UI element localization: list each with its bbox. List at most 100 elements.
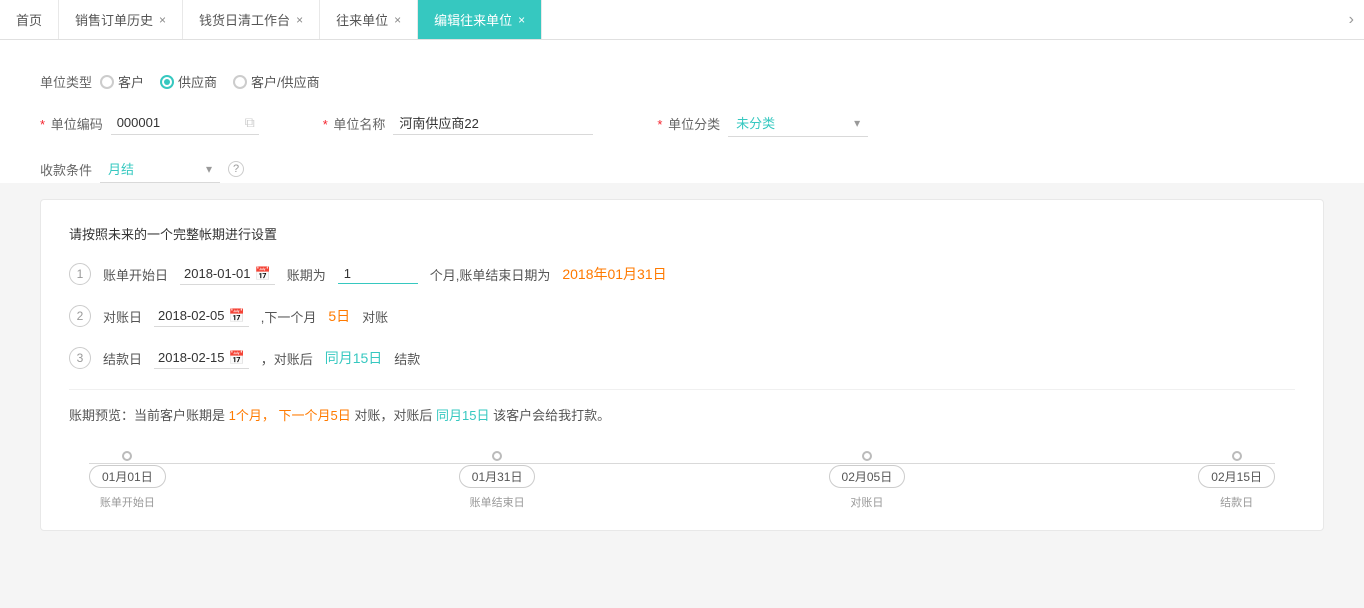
step-2-highlight: 5日 xyxy=(328,306,350,326)
step-1-date-field: 2018-01-01 📅 xyxy=(180,264,275,285)
unit-type-label: 单位类型 xyxy=(40,72,92,91)
radio-customer-label: 客户 xyxy=(118,72,144,91)
step-1-cal-icon[interactable]: 📅 xyxy=(255,266,271,282)
tab-cash-ledger[interactable]: 钱货日清工作台 × xyxy=(183,0,320,39)
unit-code-input[interactable] xyxy=(111,111,241,134)
preview-text: 账期预览：当前客户账期是 1个月， 下一个月5日 对账，对账后 同月15日 该客… xyxy=(69,404,1295,427)
step-1-period-input[interactable] xyxy=(338,264,418,284)
payment-terms-chevron-icon: ▾ xyxy=(206,162,212,176)
unit-category-dropdown[interactable]: 未分类 ▾ xyxy=(728,109,868,137)
step-1-end-date: 2018年01月31日 xyxy=(562,264,666,284)
step-2-num: 2 xyxy=(69,305,91,327)
step-3-num: 3 xyxy=(69,347,91,369)
timeline-node-1: 01月01日 账单开始日 xyxy=(89,451,166,510)
tab-home-label: 首页 xyxy=(16,10,42,29)
timeline-container: 01月01日 账单开始日 01月31日 账单结束日 02月05日 xyxy=(69,451,1295,510)
step-3-cal-icon[interactable]: 📅 xyxy=(229,350,245,366)
tab-cash-ledger-label: 钱货日清工作台 xyxy=(199,10,290,29)
preview-part3: 对账，对账后 xyxy=(354,408,432,423)
step-1-num: 1 xyxy=(69,263,91,285)
step-2-cal-icon[interactable]: 📅 xyxy=(229,308,245,324)
radio-customer[interactable]: 客户 xyxy=(100,72,144,91)
timeline-node-2: 01月31日 账单结束日 xyxy=(459,451,536,510)
step-3-suffix: ，对账后 xyxy=(261,349,313,368)
step-2-label: 对账日 xyxy=(103,307,142,326)
step-3-highlight: 同月15日 xyxy=(325,348,383,368)
step-1-label: 账单开始日 xyxy=(103,265,168,284)
unit-name-input[interactable] xyxy=(393,111,593,135)
step-1-suffix-label: 账期为 xyxy=(287,265,326,284)
preview-part1: 1个月， xyxy=(229,408,275,423)
node-2-date: 01月31日 xyxy=(459,465,536,488)
payment-terms-field: 收款条件 月结 ▾ ? xyxy=(40,155,244,183)
payment-terms-value: 月结 xyxy=(108,159,200,178)
payment-terms-help-icon[interactable]: ? xyxy=(228,161,244,177)
unit-category-label: * 单位分类 xyxy=(657,114,720,133)
step-1-row: 1 账单开始日 2018-01-01 📅 账期为 个月,账单结束日期为 2018… xyxy=(69,263,1295,285)
node-1-desc: 账单开始日 xyxy=(100,494,155,510)
node-3-date: 02月05日 xyxy=(829,465,906,488)
tab-cash-ledger-close[interactable]: × xyxy=(296,13,303,27)
radio-cs-circle xyxy=(233,75,247,89)
step-3-end: 结款 xyxy=(394,349,420,368)
tab-partner-units[interactable]: 往来单位 × xyxy=(320,0,418,39)
category-chevron-icon: ▾ xyxy=(854,116,860,130)
node-4-dot xyxy=(1232,451,1242,461)
timeline-line xyxy=(89,463,1275,464)
radio-supplier[interactable]: 供应商 xyxy=(160,72,217,91)
step-3-row: 3 结款日 2018-02-15 📅 ，对账后 同月15日 结款 xyxy=(69,347,1295,369)
tab-home[interactable]: 首页 xyxy=(0,0,59,39)
preview-part4: 同月15日 xyxy=(436,408,489,423)
form-section: 单位类型 客户 供应商 客户/供应商 * 单位编码 xyxy=(0,40,1364,183)
unit-category-field: * 单位分类 未分类 ▾ xyxy=(657,109,868,137)
node-3-dot xyxy=(862,451,872,461)
tab-edit-partner-close[interactable]: × xyxy=(518,13,525,27)
tab-sales-history-close[interactable]: × xyxy=(159,13,166,27)
step-1-suffix2: 个月,账单结束日期为 xyxy=(430,265,551,284)
node-2-dot xyxy=(492,451,502,461)
unit-code-field: * 单位编码 ⧉ xyxy=(40,111,259,135)
unit-code-input-wrapper: ⧉ xyxy=(111,111,259,135)
unit-type-field: 单位类型 客户 供应商 客户/供应商 xyxy=(40,72,320,91)
tab-edit-partner[interactable]: 编辑往来单位 × xyxy=(418,0,542,39)
step-2-date: 2018-02-05 xyxy=(158,308,225,323)
section-title: 请按照未来的一个完整帐期进行设置 xyxy=(69,224,1295,243)
timeline: 01月01日 账单开始日 01月31日 账单结束日 02月05日 xyxy=(69,451,1295,510)
payment-terms-dropdown[interactable]: 月结 ▾ xyxy=(100,155,220,183)
radio-customer-circle xyxy=(100,75,114,89)
node-2-desc: 账单结束日 xyxy=(470,494,525,510)
unit-type-row: 单位类型 客户 供应商 客户/供应商 xyxy=(40,54,1324,91)
preview-section: 账期预览：当前客户账期是 1个月， 下一个月5日 对账，对账后 同月15日 该客… xyxy=(69,389,1295,510)
tabs-chevron[interactable]: › xyxy=(1339,11,1364,29)
unit-name-field: * 单位名称 xyxy=(323,111,594,135)
period-settings-section: 请按照未来的一个完整帐期进行设置 1 账单开始日 2018-01-01 📅 账期… xyxy=(40,199,1324,531)
tab-partner-units-close[interactable]: × xyxy=(394,13,401,27)
copy-icon[interactable]: ⧉ xyxy=(241,114,259,131)
node-4-desc: 结款日 xyxy=(1220,494,1253,510)
radio-supplier-label: 供应商 xyxy=(178,72,217,91)
unit-info-row: * 单位编码 ⧉ * 单位名称 * 单位分类 未分类 ▾ xyxy=(40,109,1324,137)
timeline-node-4: 02月15日 结款日 xyxy=(1198,451,1275,510)
step-1-date: 2018-01-01 xyxy=(184,266,251,281)
node-1-dot xyxy=(122,451,132,461)
step-2-end: 对账 xyxy=(362,307,388,326)
step-3-date-field: 2018-02-15 📅 xyxy=(154,348,249,369)
step-3-label: 结款日 xyxy=(103,349,142,368)
unit-name-label: * 单位名称 xyxy=(323,114,386,133)
step-2-date-field: 2018-02-05 📅 xyxy=(154,306,249,327)
unit-category-value: 未分类 xyxy=(736,113,848,132)
payment-terms-row: 收款条件 月结 ▾ ? xyxy=(40,155,1324,183)
tab-sales-history[interactable]: 销售订单历史 × xyxy=(59,0,183,39)
radio-group: 客户 供应商 客户/供应商 xyxy=(100,72,320,91)
step-3-date: 2018-02-15 xyxy=(158,350,225,365)
tab-sales-history-label: 销售订单历史 xyxy=(75,10,153,29)
radio-cs-label: 客户/供应商 xyxy=(251,72,320,91)
unit-code-label: * 单位编码 xyxy=(40,114,103,133)
timeline-node-3: 02月05日 对账日 xyxy=(829,451,906,510)
payment-terms-label: 收款条件 xyxy=(40,160,92,179)
preview-label: 账期预览：当前客户账期是 xyxy=(69,408,225,423)
step-2-row: 2 对账日 2018-02-05 📅 ,下一个月 5日 对账 xyxy=(69,305,1295,327)
radio-customer-supplier[interactable]: 客户/供应商 xyxy=(233,72,320,91)
preview-part5: 该客户会给我打款。 xyxy=(493,408,610,423)
preview-part2: 下一个月5日 xyxy=(279,408,351,423)
